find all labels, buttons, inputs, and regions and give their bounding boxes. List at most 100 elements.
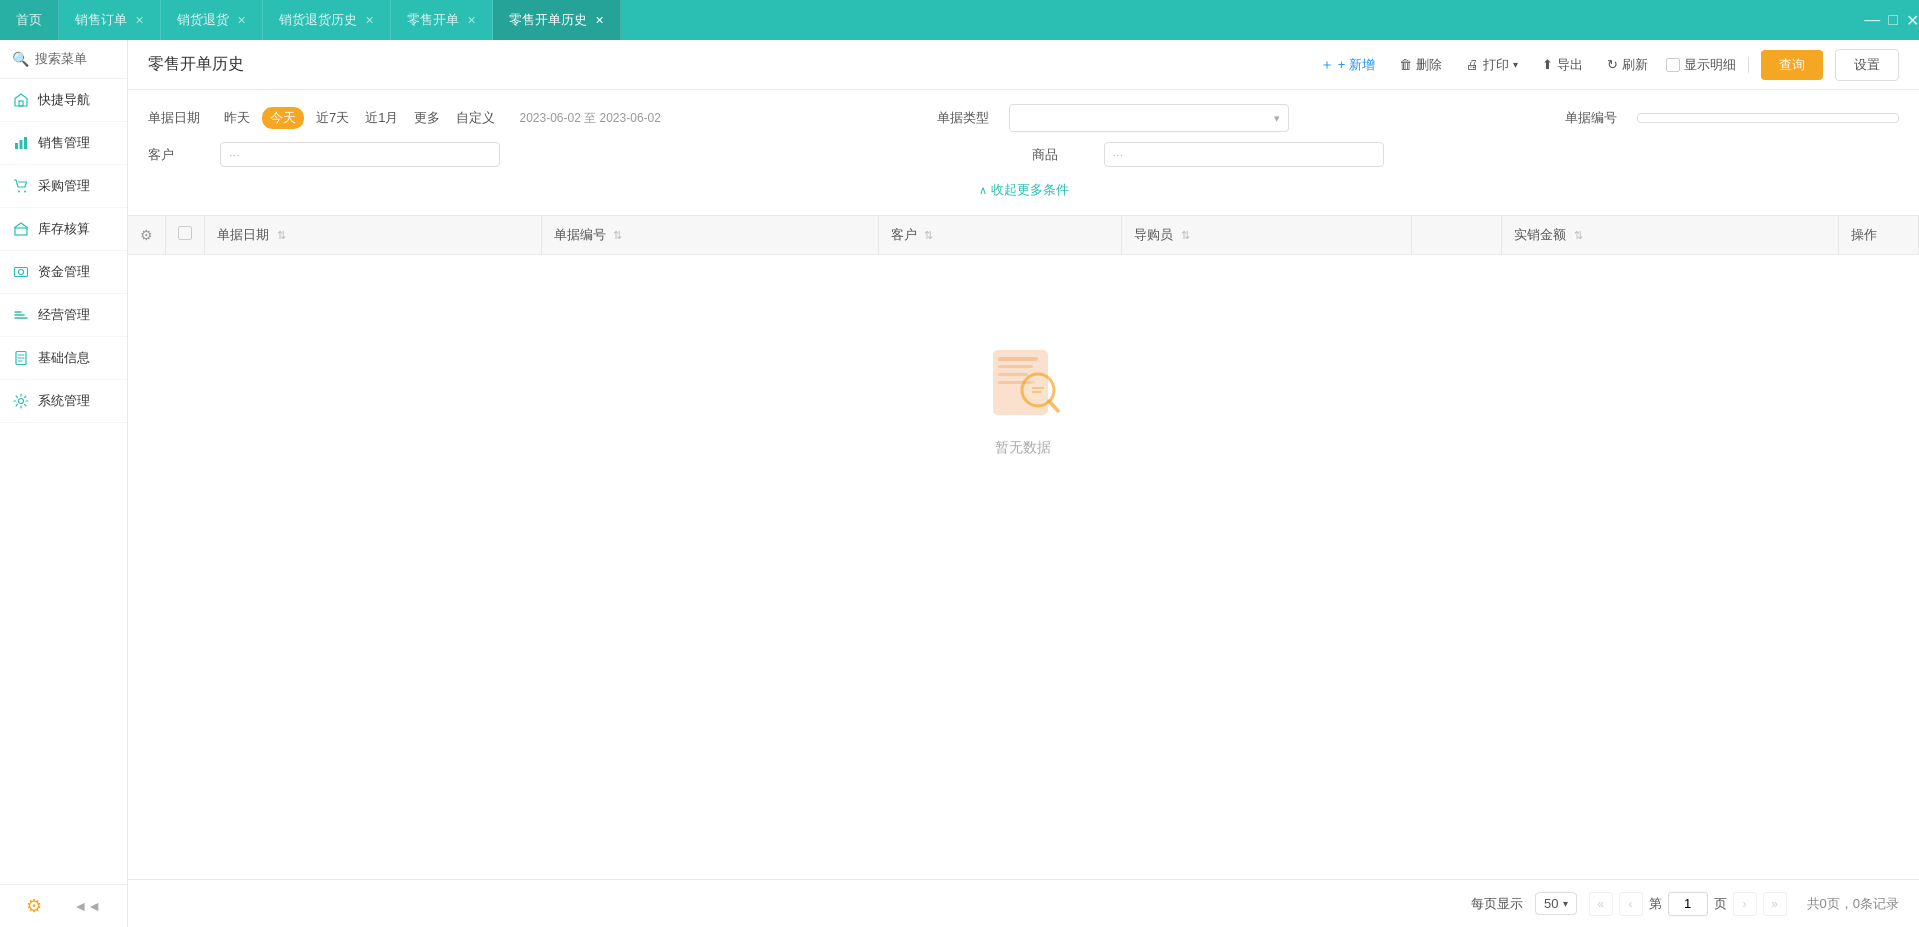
print-button[interactable]: 🖨 打印 ▾ — [1460, 52, 1524, 78]
sidebar: 🔍 搜索菜单 快捷导航 销售管理 采购管理 库存核算 — [0, 40, 128, 927]
close-btn[interactable]: ✕ — [1906, 11, 1919, 30]
date-range: 2023-06-02 至 2023-06-02 — [519, 110, 660, 127]
tab-home[interactable]: 首页 — [0, 0, 59, 40]
sidebar-item-purchase-mgmt-label: 采购管理 — [38, 177, 90, 195]
tab-retail-open-close[interactable]: ✕ — [467, 14, 476, 27]
th-amount-sort: ⇅ — [1574, 229, 1583, 241]
new-icon: ＋ — [1320, 56, 1334, 74]
date-opt-custom[interactable]: 自定义 — [452, 107, 499, 129]
date-opt-last-month[interactable]: 近1月 — [361, 107, 402, 129]
delete-icon: 🗑 — [1399, 57, 1412, 72]
sidebar-item-finance[interactable]: 资金管理 — [0, 251, 127, 294]
refresh-button[interactable]: ↻ 刷新 — [1601, 52, 1654, 78]
sidebar-item-finance-label: 资金管理 — [38, 263, 90, 281]
th-customer[interactable]: 客户 ⇅ — [878, 216, 1121, 254]
tab-sales-order[interactable]: 销售订单 ✕ — [59, 0, 161, 40]
tab-sales-return-history-close[interactable]: ✕ — [365, 14, 374, 27]
tab-sales-return[interactable]: 销货退货 ✕ — [161, 0, 263, 40]
th-amount-label: 实销金额 — [1514, 227, 1566, 242]
new-label: + 新增 — [1338, 56, 1375, 74]
toolbar: ＋ + 新增 🗑 删除 🖨 打印 ▾ ⬆ 导出 ↻ — [1314, 49, 1899, 81]
date-opt-today[interactable]: 今天 — [262, 107, 304, 129]
query-button[interactable]: 查询 — [1761, 50, 1823, 80]
sidebar-item-operation[interactable]: 经营管理 — [0, 294, 127, 337]
display-toggle[interactable]: 显示明细 — [1666, 56, 1736, 74]
tab-home-label: 首页 — [16, 11, 42, 29]
page-first-btn[interactable]: « — [1589, 892, 1613, 916]
goods-label: 商品 — [1032, 146, 1088, 164]
tab-sales-return-history[interactable]: 销货退货历史 ✕ — [263, 0, 391, 40]
page-title: 零售开单历史 — [148, 54, 1314, 75]
sidebar-item-quick-nav[interactable]: 快捷导航 — [0, 79, 127, 122]
tab-retail-open-history[interactable]: 零售开单历史 ✕ — [493, 0, 621, 40]
date-opt-last7[interactable]: 近7天 — [312, 107, 353, 129]
th-actions: 操作 — [1839, 216, 1919, 254]
sidebar-item-operation-label: 经营管理 — [38, 306, 90, 324]
th-number[interactable]: 单据编号 ⇅ — [541, 216, 878, 254]
sidebar-item-inventory[interactable]: 库存核算 — [0, 208, 127, 251]
sidebar-item-basic-info[interactable]: 基础信息 — [0, 337, 127, 380]
date-opt-yesterday[interactable]: 昨天 — [220, 107, 254, 129]
svg-rect-3 — [24, 137, 27, 149]
tab-sales-order-close[interactable]: ✕ — [135, 14, 144, 27]
number-label: 单据编号 — [1565, 109, 1621, 127]
date-opt-more[interactable]: 更多 — [410, 107, 444, 129]
th-date[interactable]: 单据日期 ⇅ — [205, 216, 542, 254]
page-size-label: 每页显示 — [1471, 895, 1523, 913]
sidebar-item-inventory-label: 库存核算 — [38, 220, 90, 238]
tab-sales-return-close[interactable]: ✕ — [237, 14, 246, 27]
number-input[interactable] — [1637, 113, 1899, 123]
gear-icon — [12, 392, 30, 410]
sidebar-settings-icon[interactable]: ⚙ — [26, 895, 42, 917]
pagination-bar: 每页显示 50 ▾ « ‹ 第 页 › » 共0页，0条记录 — [128, 879, 1919, 927]
page-size-select[interactable]: 50 ▾ — [1535, 892, 1576, 915]
tab-retail-open[interactable]: 零售开单 ✕ — [391, 0, 493, 40]
money-icon — [12, 263, 30, 281]
page-last-btn[interactable]: » — [1763, 892, 1787, 916]
sidebar-item-sys-mgmt[interactable]: 系统管理 — [0, 380, 127, 423]
minimize-btn[interactable]: — — [1864, 11, 1880, 29]
svg-point-8 — [19, 270, 24, 275]
svg-rect-1 — [15, 143, 18, 149]
page-next-btn[interactable]: › — [1733, 892, 1757, 916]
date-label: 单据日期 — [148, 109, 204, 127]
new-button[interactable]: ＋ + 新增 — [1314, 52, 1381, 78]
page-input[interactable] — [1668, 892, 1708, 916]
th-customer-sort: ⇅ — [924, 229, 933, 241]
type-select[interactable]: ▾ — [1009, 104, 1289, 132]
maximize-btn[interactable]: □ — [1888, 11, 1898, 29]
customer-label: 客户 — [148, 146, 204, 164]
warehouse-icon — [12, 220, 30, 238]
sidebar-item-sales-mgmt[interactable]: 销售管理 — [0, 122, 127, 165]
settings-button[interactable]: 设置 — [1835, 49, 1899, 81]
th-date-sort: ⇅ — [277, 229, 286, 241]
empty-state: 暂无数据 — [128, 255, 1919, 517]
delete-button[interactable]: 🗑 删除 — [1393, 52, 1448, 78]
print-dropdown-icon: ▾ — [1513, 59, 1518, 70]
content: 零售开单历史 ＋ + 新增 🗑 删除 🖨 打印 ▾ ⬆ 导出 — [128, 40, 1919, 927]
sidebar-item-purchase-mgmt[interactable]: 采购管理 — [0, 165, 127, 208]
tab-sales-order-label: 销售订单 — [75, 11, 127, 29]
page-header: 零售开单历史 ＋ + 新增 🗑 删除 🖨 打印 ▾ ⬆ 导出 — [128, 40, 1919, 90]
th-amount[interactable]: 实销金额 ⇅ — [1502, 216, 1839, 254]
th-number-label: 单据编号 — [554, 227, 606, 242]
collapse-row[interactable]: ∧ 收起更多条件 — [148, 177, 1899, 207]
refresh-icon: ↻ — [1607, 57, 1618, 72]
th-check[interactable] — [166, 216, 205, 254]
sidebar-collapse-icon[interactable]: ◄◄ — [73, 898, 101, 914]
print-icon: 🖨 — [1466, 57, 1479, 72]
header-checkbox[interactable] — [178, 226, 192, 240]
tab-retail-open-history-close[interactable]: ✕ — [595, 14, 604, 27]
customer-input[interactable]: ··· — [220, 142, 500, 167]
home-icon — [12, 91, 30, 109]
bar-icon — [12, 306, 30, 324]
filter-area: 单据日期 昨天 今天 近7天 近1月 更多 自定义 2023-06-02 至 2… — [128, 90, 1919, 216]
th-guide-sort: ⇅ — [1181, 229, 1190, 241]
export-button[interactable]: ⬆ 导出 — [1536, 52, 1589, 78]
page-prev-btn[interactable]: ‹ — [1619, 892, 1643, 916]
sidebar-search[interactable]: 🔍 搜索菜单 — [0, 40, 127, 79]
goods-input[interactable]: ··· — [1104, 142, 1384, 167]
th-guide[interactable]: 导购员 ⇅ — [1122, 216, 1412, 254]
type-select-value — [1018, 109, 1031, 127]
th-gear[interactable]: ⚙ — [128, 216, 166, 254]
